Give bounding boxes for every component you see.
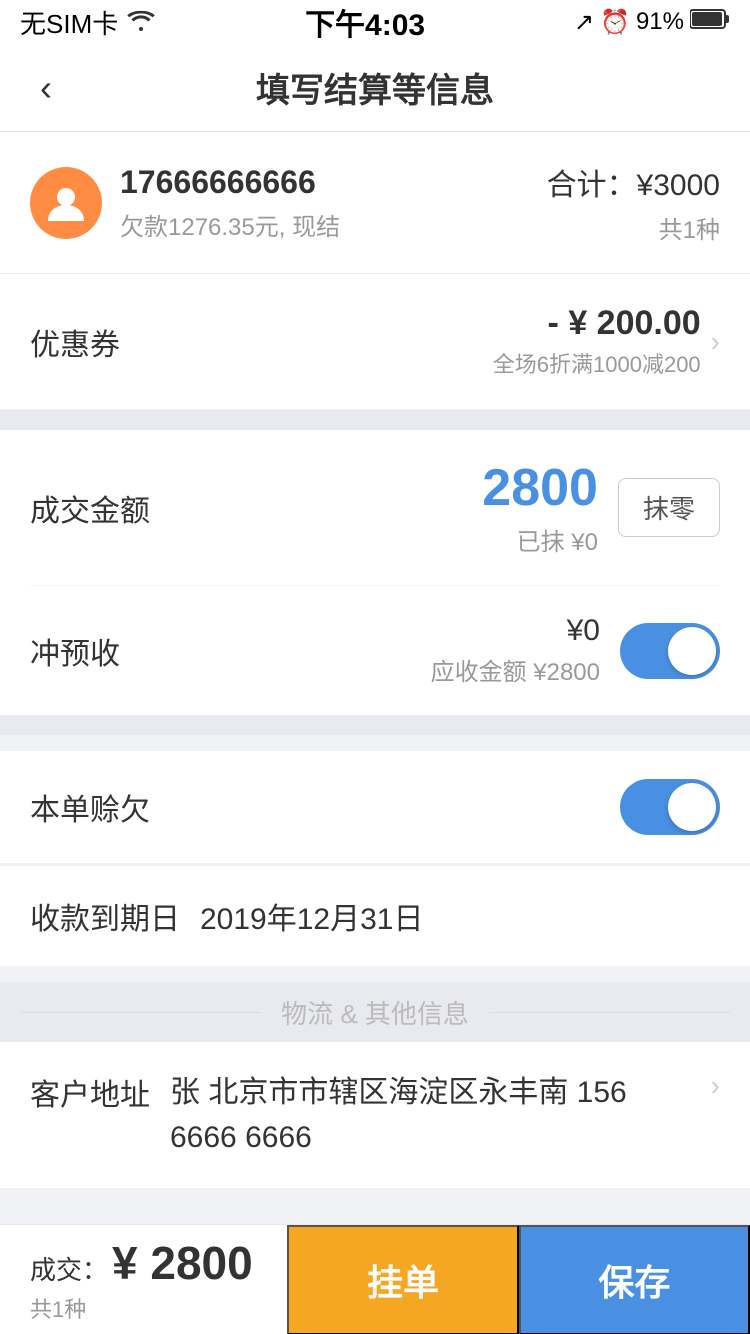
total-amount: 合计：¥3000 <box>547 160 720 204</box>
hold-button[interactable]: 挂单 <box>287 1225 518 1334</box>
duedate-section: 收款到期日 2019年12月31日 <box>0 865 750 966</box>
logistics-line-right <box>489 1012 730 1013</box>
user-avatar-icon <box>44 181 88 225</box>
transaction-amount-sub: 已抹 ¥0 <box>482 522 598 557</box>
avatar <box>30 167 102 239</box>
coupon-amount: - ¥ 200.00 <box>548 304 701 343</box>
footer: 成交： ¥ 2800 共1种 挂单 保存 <box>0 1224 750 1334</box>
logistics-divider: 物流 & 其他信息 <box>0 982 750 1042</box>
status-right: ↗ ⏰ 91% <box>574 8 730 37</box>
address-chevron-icon: › <box>711 1070 720 1102</box>
transaction-label: 成交金额 <box>30 486 150 530</box>
coupon-row[interactable]: 优惠券 - ¥ 200.00 全场6折满1000减200 › <box>0 274 750 410</box>
coupon-label: 优惠券 <box>30 320 120 364</box>
chevron-right-icon: › <box>711 326 720 358</box>
coupon-right: - ¥ 200.00 全场6折满1000减200 › <box>493 304 720 379</box>
customer-phone: 17666666666 <box>120 164 340 201</box>
advance-sub: 应收金额 ¥2800 <box>431 652 600 687</box>
address-content: 张 北京市市辖区海淀区永丰南 156 6666 6666 <box>170 1070 691 1160</box>
status-left: 无SIM卡 <box>20 4 156 41</box>
logistics-line-left <box>20 1012 261 1013</box>
battery-level: 91% <box>636 8 684 36</box>
footer-amount: ¥ 2800 <box>112 1236 253 1290</box>
transaction-amount-row: 成交金额 2800 已抹 ¥0 抹零 <box>30 430 720 586</box>
footer-count: 共1种 <box>30 1292 257 1324</box>
advance-payment-row: 冲预收 ¥0 应收金额 ¥2800 <box>30 586 720 715</box>
coupon-value-block: - ¥ 200.00 全场6折满1000减200 <box>493 304 701 379</box>
writeoff-section: 本单赊欠 <box>0 751 750 863</box>
total-count: 共1种 <box>547 210 720 245</box>
writeoff-label: 本单赊欠 <box>30 785 150 829</box>
transaction-section: 成交金额 2800 已抹 ¥0 抹零 冲预收 ¥0 应收金额 ¥2800 <box>0 430 750 715</box>
back-button[interactable]: ‹ <box>30 57 62 119</box>
customer-card: 17666666666 欠款1276.35元, 现结 合计：¥3000 共1种 <box>0 132 750 274</box>
alarm-icon: ⏰ <box>600 8 630 37</box>
toggle-knob <box>668 627 716 675</box>
customer-info: 17666666666 欠款1276.35元, 现结 <box>120 164 340 242</box>
footer-info: 成交： ¥ 2800 共1种 <box>0 1236 287 1324</box>
customer-debt: 欠款1276.35元, 现结 <box>120 207 340 242</box>
writeoff-toggle[interactable] <box>620 779 720 835</box>
save-button[interactable]: 保存 <box>519 1225 750 1334</box>
duedate-label: 收款到期日 <box>30 894 180 938</box>
header: ‹ 填写结算等信息 <box>0 44 750 132</box>
transaction-amount: 2800 <box>482 458 598 518</box>
advance-amount: ¥0 <box>431 614 600 648</box>
advance-right: ¥0 应收金额 ¥2800 <box>431 614 720 687</box>
content-area: 17666666666 欠款1276.35元, 现结 合计：¥3000 共1种 … <box>0 132 750 1308</box>
customer-left: 17666666666 欠款1276.35元, 现结 <box>30 164 340 242</box>
page-title: 填写结算等信息 <box>256 63 494 112</box>
section-divider-1 <box>0 410 750 430</box>
status-bar: 无SIM卡 下午4:03 ↗ ⏰ 91% <box>0 0 750 44</box>
address-section[interactable]: 客户地址 张 北京市市辖区海淀区永丰南 156 6666 6666 › <box>0 1042 750 1188</box>
customer-total: 合计：¥3000 共1种 <box>547 160 720 245</box>
battery-icon <box>690 8 730 37</box>
address-label: 客户地址 <box>30 1070 150 1114</box>
time-display: 下午4:03 <box>305 0 425 44</box>
advance-toggle[interactable] <box>620 623 720 679</box>
duedate-value: 2019年12月31日 <box>200 894 423 938</box>
advance-label: 冲预收 <box>30 629 120 673</box>
wifi-icon <box>126 7 156 38</box>
transaction-amount-block: 2800 已抹 ¥0 <box>482 458 598 557</box>
transaction-right: 2800 已抹 ¥0 抹零 <box>482 458 720 557</box>
round-down-button[interactable]: 抹零 <box>618 478 720 537</box>
section-divider-2 <box>0 715 750 735</box>
advance-amount-block: ¥0 应收金额 ¥2800 <box>431 614 600 687</box>
logistics-label: 物流 & 其他信息 <box>281 994 469 1031</box>
location-icon: ↗ <box>574 8 594 37</box>
coupon-desc: 全场6折满1000减200 <box>493 347 701 379</box>
sim-status: 无SIM卡 <box>20 4 118 41</box>
footer-tx-row: 成交： ¥ 2800 <box>30 1236 257 1290</box>
writeoff-toggle-knob <box>668 783 716 831</box>
footer-tx-label: 成交： <box>30 1250 108 1287</box>
